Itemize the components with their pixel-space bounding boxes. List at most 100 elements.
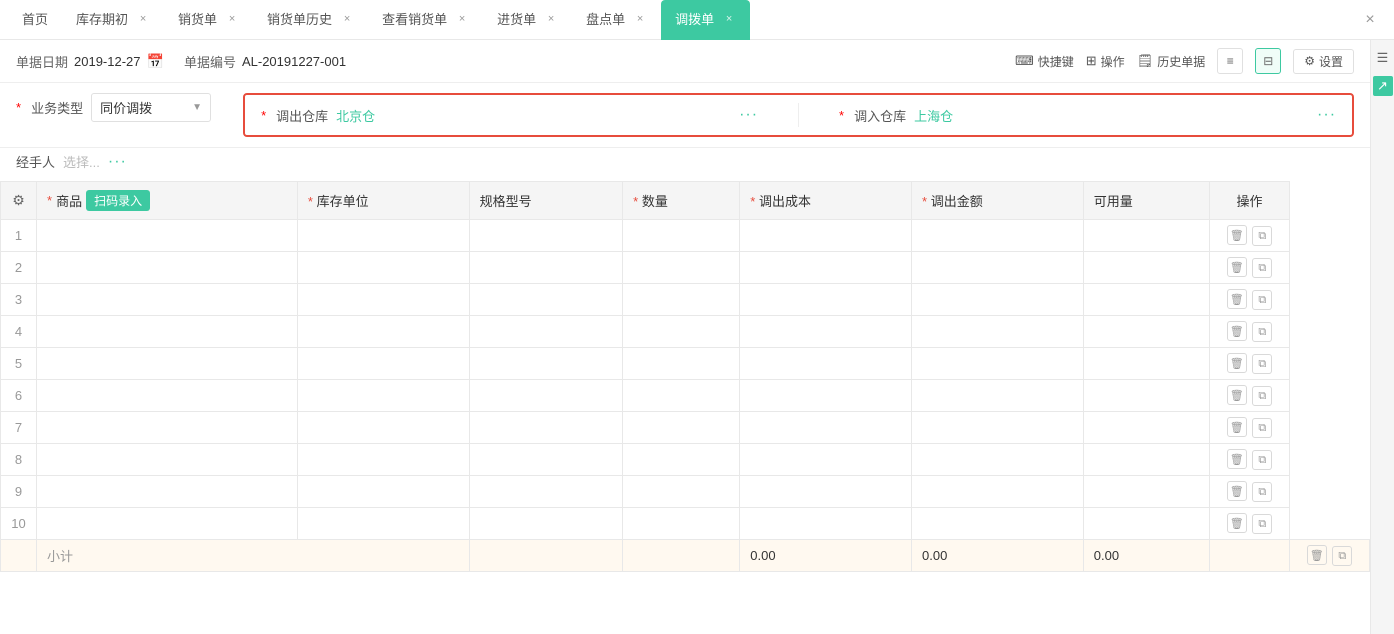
cell-product[interactable] [37, 316, 298, 348]
scan-button[interactable]: 扫码录入 [86, 190, 150, 211]
out-warehouse-more-button[interactable]: ··· [739, 106, 758, 124]
sidebar-export-icon[interactable]: ↗ [1373, 76, 1393, 96]
cell-product[interactable] [37, 252, 298, 284]
cell-amount[interactable] [912, 380, 1084, 412]
cell-cost[interactable] [740, 316, 912, 348]
cell-spec[interactable] [469, 252, 623, 284]
cell-spec[interactable] [469, 284, 623, 316]
cell-amount[interactable] [912, 284, 1084, 316]
cell-unit[interactable] [297, 508, 469, 540]
copy-icon[interactable]: ⧉ [1252, 258, 1272, 278]
cell-amount[interactable] [912, 252, 1084, 284]
cell-spec[interactable] [469, 220, 623, 252]
delete-icon[interactable]: 🗑 [1227, 225, 1247, 245]
cell-spec[interactable] [469, 412, 623, 444]
copy-icon[interactable]: ⧉ [1252, 354, 1272, 374]
cell-cost[interactable] [740, 348, 912, 380]
history-button[interactable]: 🗒 历史单据 [1137, 53, 1206, 70]
calendar-icon[interactable]: 📅 [147, 53, 164, 70]
cell-product[interactable] [37, 348, 298, 380]
window-close-button[interactable]: × [1354, 4, 1386, 36]
cell-cost[interactable] [740, 284, 912, 316]
cell-quantity[interactable] [623, 316, 740, 348]
cell-quantity[interactable] [623, 444, 740, 476]
cell-amount[interactable] [912, 220, 1084, 252]
cell-available[interactable] [1083, 412, 1209, 444]
copy-icon[interactable]: ⧉ [1332, 546, 1352, 566]
tab-transfer-close[interactable]: × [722, 12, 736, 26]
copy-icon[interactable]: ⧉ [1252, 290, 1272, 310]
tab-transfer[interactable]: 调拨单 × [661, 0, 750, 40]
cell-cost[interactable] [740, 444, 912, 476]
tab-inventory-init-close[interactable]: × [136, 12, 150, 26]
cell-spec[interactable] [469, 316, 623, 348]
delete-icon[interactable]: 🗑 [1227, 513, 1247, 533]
tab-purchase-close[interactable]: × [544, 12, 558, 26]
layout-list-button[interactable]: ≡ [1217, 48, 1243, 74]
settings-button[interactable]: ⚙ 设置 [1293, 49, 1354, 74]
cell-available[interactable] [1083, 252, 1209, 284]
delete-icon[interactable]: 🗑 [1227, 289, 1247, 309]
cell-available[interactable] [1083, 444, 1209, 476]
cell-unit[interactable] [297, 412, 469, 444]
sidebar-list-icon[interactable]: ☰ [1373, 48, 1393, 68]
cell-product[interactable] [37, 412, 298, 444]
delete-icon[interactable]: 🗑 [1227, 449, 1247, 469]
cell-cost[interactable] [740, 252, 912, 284]
cell-available[interactable] [1083, 220, 1209, 252]
cell-product[interactable] [37, 220, 298, 252]
copy-icon[interactable]: ⧉ [1252, 226, 1272, 246]
cell-available[interactable] [1083, 476, 1209, 508]
cell-amount[interactable] [912, 476, 1084, 508]
handler-more-button[interactable]: ··· [108, 153, 127, 171]
cell-quantity[interactable] [623, 380, 740, 412]
cell-amount[interactable] [912, 508, 1084, 540]
tab-sales-history[interactable]: 销货单历史 × [253, 0, 368, 40]
cell-available[interactable] [1083, 316, 1209, 348]
cell-cost[interactable] [740, 220, 912, 252]
cell-quantity[interactable] [623, 508, 740, 540]
cell-available[interactable] [1083, 284, 1209, 316]
in-warehouse-more-button[interactable]: ··· [1317, 106, 1336, 124]
copy-icon[interactable]: ⧉ [1252, 418, 1272, 438]
cell-spec[interactable] [469, 380, 623, 412]
cell-unit[interactable] [297, 316, 469, 348]
cell-unit[interactable] [297, 284, 469, 316]
tab-view-sales[interactable]: 查看销货单 × [368, 0, 483, 40]
cell-amount[interactable] [912, 412, 1084, 444]
copy-icon[interactable]: ⧉ [1252, 482, 1272, 502]
cell-amount[interactable] [912, 348, 1084, 380]
copy-icon[interactable]: ⧉ [1252, 386, 1272, 406]
cell-cost[interactable] [740, 508, 912, 540]
tab-sales-history-close[interactable]: × [340, 12, 354, 26]
cell-quantity[interactable] [623, 412, 740, 444]
tab-stocktake-close[interactable]: × [633, 12, 647, 26]
cell-spec[interactable] [469, 444, 623, 476]
cell-amount[interactable] [912, 444, 1084, 476]
cell-spec[interactable] [469, 476, 623, 508]
cell-available[interactable] [1083, 348, 1209, 380]
delete-icon[interactable]: 🗑 [1227, 321, 1247, 341]
cell-quantity[interactable] [623, 284, 740, 316]
delete-icon[interactable]: 🗑 [1227, 353, 1247, 373]
cell-product[interactable] [37, 508, 298, 540]
cell-spec[interactable] [469, 348, 623, 380]
cell-cost[interactable] [740, 380, 912, 412]
tab-purchase[interactable]: 进货单 × [483, 0, 572, 40]
shortcuts-button[interactable]: ⌨ 快捷键 [1015, 53, 1074, 70]
cell-quantity[interactable] [623, 476, 740, 508]
tab-stocktake[interactable]: 盘点单 × [572, 0, 661, 40]
handler-input[interactable]: 选择... [63, 152, 100, 171]
copy-icon[interactable]: ⧉ [1252, 514, 1272, 534]
tab-home[interactable]: 首页 [8, 0, 62, 40]
tab-sales-order[interactable]: 销货单 × [164, 0, 253, 40]
cell-unit[interactable] [297, 444, 469, 476]
delete-icon[interactable]: 🗑 [1227, 385, 1247, 405]
column-settings[interactable]: ⚙ [1, 182, 37, 220]
cell-unit[interactable] [297, 348, 469, 380]
business-type-select[interactable]: 同价调拨 ▼ [91, 93, 211, 122]
delete-icon[interactable]: 🗑 [1227, 481, 1247, 501]
cell-amount[interactable] [912, 316, 1084, 348]
cell-spec[interactable] [469, 508, 623, 540]
cell-product[interactable] [37, 444, 298, 476]
